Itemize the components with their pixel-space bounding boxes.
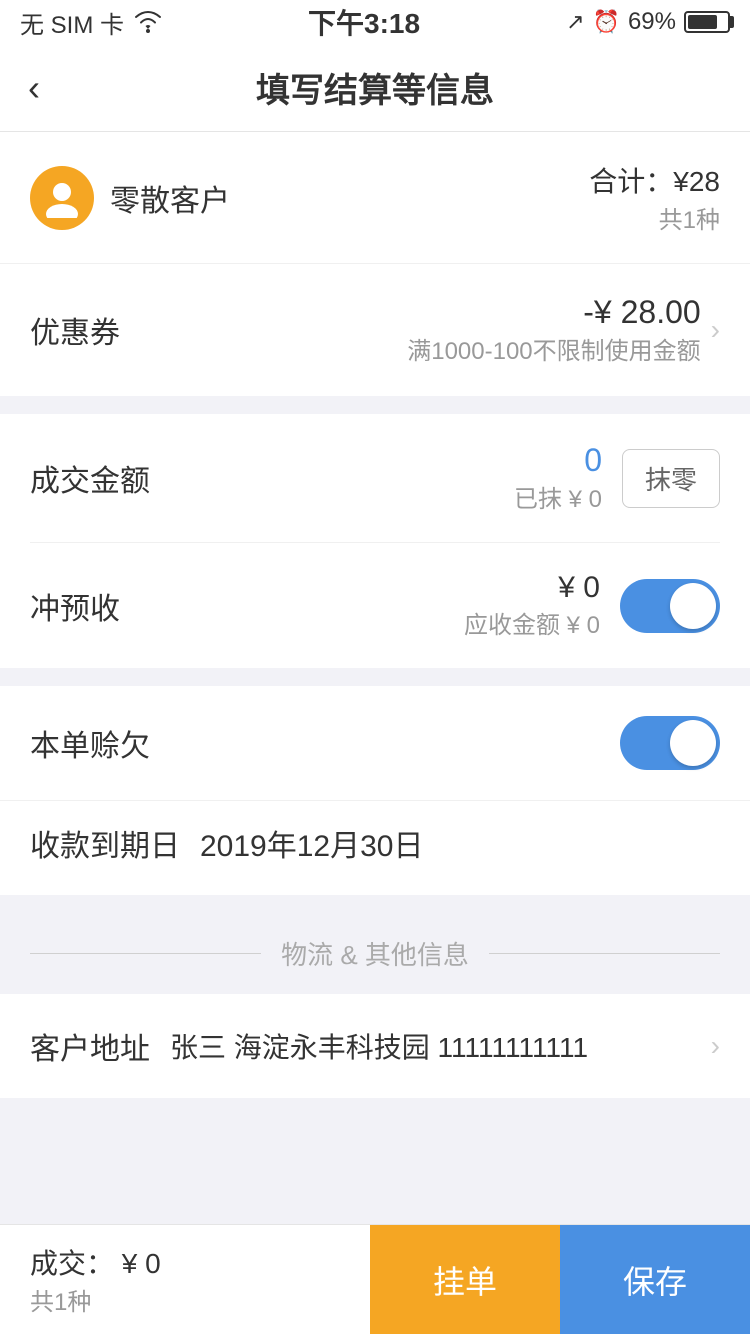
- location-icon: ↗: [566, 9, 584, 35]
- date-row: 收款到期日 2019年12月30日: [0, 800, 750, 895]
- toggle-knob: [670, 583, 716, 629]
- battery-icon: [684, 11, 730, 33]
- coupon-row[interactable]: 优惠券 -¥ 28.00 满1000-100不限制使用金额 ›: [0, 263, 750, 396]
- alarm-icon: ⏰: [593, 9, 620, 35]
- debt-row: 本单赊欠: [0, 686, 750, 800]
- logistics-line-right: [489, 953, 720, 954]
- bottom-tx-label: 成交：: [30, 1248, 114, 1279]
- tx-value-wrap: 0 已抹 ¥ 0: [514, 442, 602, 514]
- customer-name: 零散客户: [110, 176, 230, 220]
- address-value: 张三 海淀永丰科技园 11111111111: [170, 1026, 711, 1066]
- chevron-right-icon: ›: [711, 314, 720, 346]
- address-label: 客户地址: [30, 1024, 150, 1068]
- prepay-row: 冲预收 ¥ 0 应收金额 ¥ 0: [30, 543, 720, 668]
- logistics-label: 物流 & 其他信息: [261, 935, 489, 972]
- back-button[interactable]: ‹: [28, 67, 40, 109]
- address-row[interactable]: 客户地址 张三 海淀永丰科技园 11111111111 ›: [0, 994, 750, 1098]
- tx-amount-right: 0 已抹 ¥ 0 抹零: [514, 442, 720, 514]
- pending-button[interactable]: 挂单: [370, 1225, 560, 1334]
- battery-label: 69%: [628, 8, 676, 36]
- customer-right: 合计：¥28 共1种: [589, 160, 720, 235]
- status-right: ↗ ⏰ 69%: [566, 8, 730, 36]
- prepay-label: 冲预收: [30, 584, 120, 628]
- logistics-separator: 物流 & 其他信息: [0, 913, 750, 994]
- content: 零散客户 合计：¥28 共1种 优惠券 -¥ 28.00 满1000-100不限…: [0, 132, 750, 1236]
- bottom-count: 共1种: [30, 1282, 340, 1317]
- debt-label: 本单赊欠: [30, 721, 150, 765]
- address-section: 客户地址 张三 海淀永丰科技园 11111111111 ›: [0, 994, 750, 1098]
- prepay-toggle[interactable]: [620, 579, 720, 633]
- debt-section: 本单赊欠 收款到期日 2019年12月30日: [0, 686, 750, 895]
- bottom-buttons: 挂单 保存: [370, 1225, 750, 1334]
- tx-amount-row: 成交金额 0 已抹 ¥ 0 抹零: [30, 414, 720, 543]
- bottom-summary: 成交： ¥ 0 共1种: [0, 1242, 370, 1317]
- page-title: 填写结算等信息: [256, 63, 494, 112]
- prepay-value-wrap: ¥ 0 应收金额 ¥ 0: [464, 571, 600, 640]
- carrier-label: 无 SIM 卡: [20, 5, 124, 40]
- nav-bar: ‹ 填写结算等信息: [0, 44, 750, 132]
- coupon-desc: 满1000-100不限制使用金额: [407, 331, 700, 366]
- status-time: 下午3:18: [308, 2, 420, 42]
- debt-toggle[interactable]: [620, 716, 720, 770]
- tx-amount-label: 成交金额: [30, 456, 150, 500]
- status-bar: 无 SIM 卡 下午3:18 ↗ ⏰ 69%: [0, 0, 750, 44]
- coupon-discount: -¥ 28.00: [407, 294, 700, 331]
- prepay-right: ¥ 0 应收金额 ¥ 0: [464, 571, 720, 640]
- tx-amount-sub: 已抹 ¥ 0: [514, 479, 602, 514]
- coupon-value: -¥ 28.00 满1000-100不限制使用金额: [407, 294, 700, 366]
- prepay-amount: ¥ 0: [464, 571, 600, 605]
- prepay-receivable: 应收金额 ¥ 0: [464, 605, 600, 640]
- coupon-label: 优惠券: [30, 308, 120, 352]
- customer-total: 合计：¥28: [589, 160, 720, 200]
- transaction-section: 成交金额 0 已抹 ¥ 0 抹零 冲预收 ¥ 0 应收金额 ¥ 0: [0, 414, 750, 668]
- tx-amount-value: 0: [514, 442, 602, 479]
- logistics-line-left: [30, 953, 261, 954]
- date-value: 2019年12月30日: [200, 821, 423, 865]
- customer-count: 共1种: [589, 200, 720, 235]
- bottom-tx: 成交： ¥ 0: [30, 1242, 340, 1282]
- bottom-bar: 成交： ¥ 0 共1种 挂单 保存: [0, 1224, 750, 1334]
- customer-avatar: [30, 166, 94, 230]
- customer-row: 零散客户 合计：¥28 共1种: [0, 132, 750, 263]
- customer-left: 零散客户: [30, 166, 230, 230]
- date-label: 收款到期日: [30, 821, 180, 865]
- round-button[interactable]: 抹零: [622, 449, 720, 508]
- coupon-right: -¥ 28.00 满1000-100不限制使用金额 ›: [407, 294, 720, 366]
- address-chevron-icon: ›: [711, 1030, 720, 1062]
- bottom-tx-value: ¥ 0: [122, 1248, 161, 1279]
- status-left: 无 SIM 卡: [20, 5, 162, 40]
- debt-toggle-knob: [670, 720, 716, 766]
- save-button[interactable]: 保存: [560, 1225, 750, 1334]
- wifi-icon: [134, 11, 162, 33]
- avatar-icon: [42, 178, 82, 218]
- customer-section: 零散客户 合计：¥28 共1种 优惠券 -¥ 28.00 满1000-100不限…: [0, 132, 750, 396]
